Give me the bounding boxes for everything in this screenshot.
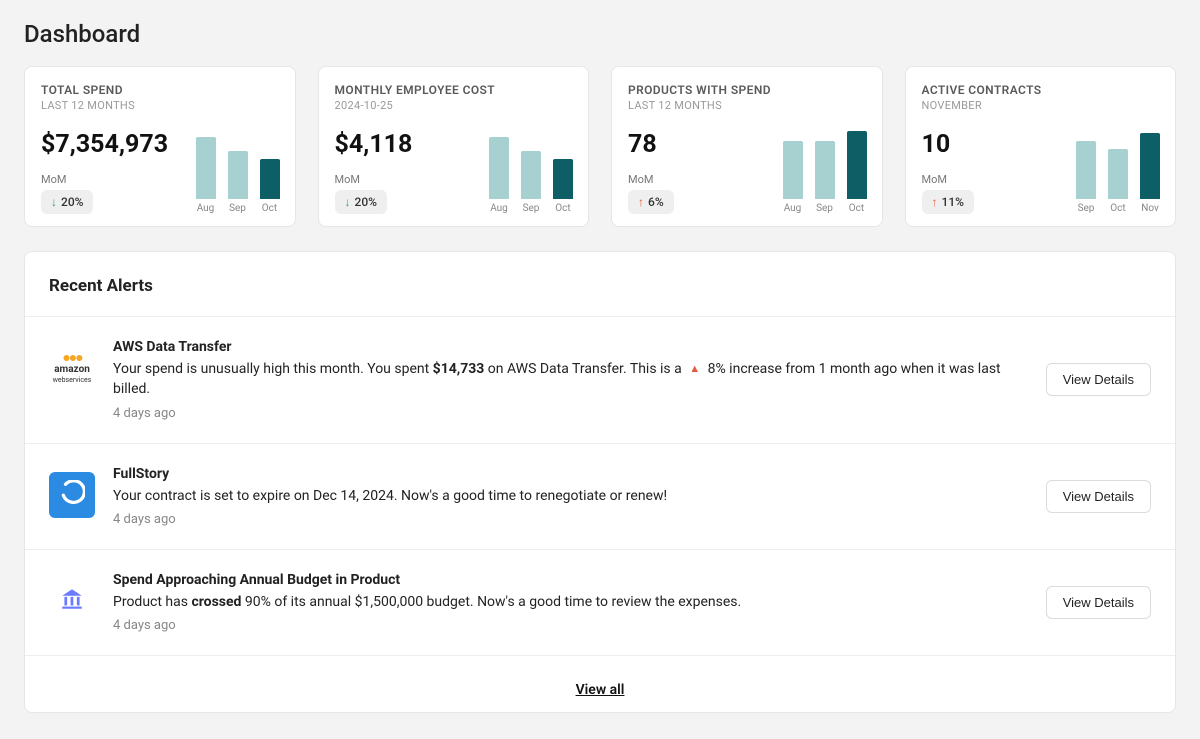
alert-timestamp: 4 days ago [113, 512, 1028, 527]
mom-value: 20% [61, 195, 83, 209]
bank-icon [49, 578, 95, 624]
bar [228, 151, 248, 199]
alert-description: Your contract is set to expire on Dec 14… [113, 486, 1028, 506]
stat-cards-row: TOTAL SPENDLAST 12 MONTHS$7,354,973MoM↓2… [24, 66, 1176, 227]
bar [783, 141, 803, 199]
recent-alerts-title: Recent Alerts [49, 276, 1151, 296]
bar-wrap: Aug [488, 137, 510, 214]
panel-header: Recent Alerts [25, 252, 1175, 317]
card-title: ACTIVE CONTRACTS [922, 83, 1160, 97]
bar-wrap: Nov [1139, 133, 1161, 214]
card-title: PRODUCTS WITH SPEND [628, 83, 866, 97]
stat-card: PRODUCTS WITH SPENDLAST 12 MONTHS78MoM↑6… [611, 66, 883, 227]
card-subtitle: 2024-10-25 [335, 99, 573, 112]
view-all-row: View all [25, 656, 1175, 712]
alert-title: Spend Approaching Annual Budget in Produ… [113, 572, 1028, 588]
view-all-link[interactable]: View all [576, 682, 625, 698]
alert-row: ●●●amazonwebservices AWS Data Transfer You… [25, 317, 1175, 444]
bar-label: Oct [1110, 203, 1125, 214]
card-subtitle: NOVEMBER [922, 99, 1160, 112]
alert-body: AWS Data Transfer Your spend is unusually… [113, 339, 1028, 421]
mom-value: 6% [648, 195, 664, 209]
bar-wrap: Oct [1107, 149, 1129, 214]
arrow-down-icon: ↓ [345, 195, 351, 209]
bar [196, 137, 216, 199]
bar-wrap: Sep [814, 141, 836, 214]
stat-card: MONTHLY EMPLOYEE COST2024-10-25$4,118MoM… [318, 66, 590, 227]
bar [847, 131, 867, 199]
mini-bar-chart: Aug Sep Oct [195, 132, 281, 214]
bar-label: Oct [555, 203, 570, 214]
arrow-up-icon: ↑ [638, 195, 644, 209]
bar-label: Oct [849, 203, 864, 214]
bar [815, 141, 835, 199]
bar-label: Nov [1141, 203, 1159, 214]
bar-label: Sep [816, 203, 833, 214]
bar [553, 159, 573, 199]
bar-wrap: Oct [552, 159, 574, 214]
recent-alerts-panel: Recent Alerts ●●●amazonwebservices AWS Da… [24, 251, 1176, 713]
alert-row: Spend Approaching Annual Budget in Produ… [25, 550, 1175, 656]
card-subtitle: LAST 12 MONTHS [628, 99, 866, 112]
arrow-up-icon: ↑ [932, 195, 938, 209]
bar-label: Sep [229, 203, 246, 214]
mini-bar-chart: Sep Oct Nov [1075, 132, 1161, 214]
bar-wrap: Sep [520, 151, 542, 214]
view-details-button[interactable]: View Details [1046, 480, 1151, 513]
alert-timestamp: 4 days ago [113, 618, 1028, 633]
mini-bar-chart: Aug Sep Oct [488, 132, 574, 214]
page-title: Dashboard [24, 20, 1176, 48]
fullstory-icon [49, 472, 95, 518]
bar-wrap: Sep [1075, 141, 1097, 214]
mom-pill: ↓ 20% [335, 190, 387, 214]
bar-wrap: Aug [782, 141, 804, 214]
bar-wrap: Sep [227, 151, 249, 214]
stat-card: ACTIVE CONTRACTSNOVEMBER10MoM↑11%SepOctN… [905, 66, 1177, 227]
bar [1140, 133, 1160, 199]
bar [521, 151, 541, 199]
bar-wrap: Oct [259, 159, 281, 214]
bar-label: Sep [523, 203, 540, 214]
caret-up-icon: ▲ [685, 361, 704, 377]
bar-label: Aug [197, 203, 215, 214]
bar [1076, 141, 1096, 199]
card-title: TOTAL SPEND [41, 83, 279, 97]
bar [489, 137, 509, 199]
bar-wrap: Aug [195, 137, 217, 214]
alert-timestamp: 4 days ago [113, 406, 1028, 421]
arrow-down-icon: ↓ [51, 195, 57, 209]
card-title: MONTHLY EMPLOYEE COST [335, 83, 573, 97]
alert-row: FullStory Your contract is set to expire … [25, 444, 1175, 550]
bar [260, 159, 280, 199]
bar-label: Aug [490, 203, 508, 214]
alert-description: Your spend is unusually high this month.… [113, 359, 1028, 400]
bar-label: Sep [1078, 203, 1095, 214]
stat-card: TOTAL SPENDLAST 12 MONTHS$7,354,973MoM↓2… [24, 66, 296, 227]
mom-pill: ↓ 20% [41, 190, 93, 214]
card-subtitle: LAST 12 MONTHS [41, 99, 279, 112]
alert-title: AWS Data Transfer [113, 339, 1028, 355]
bar-label: Oct [262, 203, 277, 214]
mini-bar-chart: Aug Sep Oct [782, 132, 868, 214]
bar [1108, 149, 1128, 199]
alert-body: FullStory Your contract is set to expire … [113, 466, 1028, 527]
view-details-button[interactable]: View Details [1046, 363, 1151, 396]
mom-value: 11% [942, 195, 964, 209]
aws-icon: ●●●amazonwebservices [49, 345, 95, 391]
mom-pill: ↑ 11% [922, 190, 974, 214]
bar-label: Aug [784, 203, 802, 214]
view-details-button[interactable]: View Details [1046, 586, 1151, 619]
alert-title: FullStory [113, 466, 1028, 482]
mom-value: 20% [355, 195, 377, 209]
mom-pill: ↑ 6% [628, 190, 674, 214]
alert-description: Product has crossed 90% of its annual $1… [113, 592, 1028, 612]
alert-body: Spend Approaching Annual Budget in Produ… [113, 572, 1028, 633]
bar-wrap: Oct [846, 131, 868, 214]
